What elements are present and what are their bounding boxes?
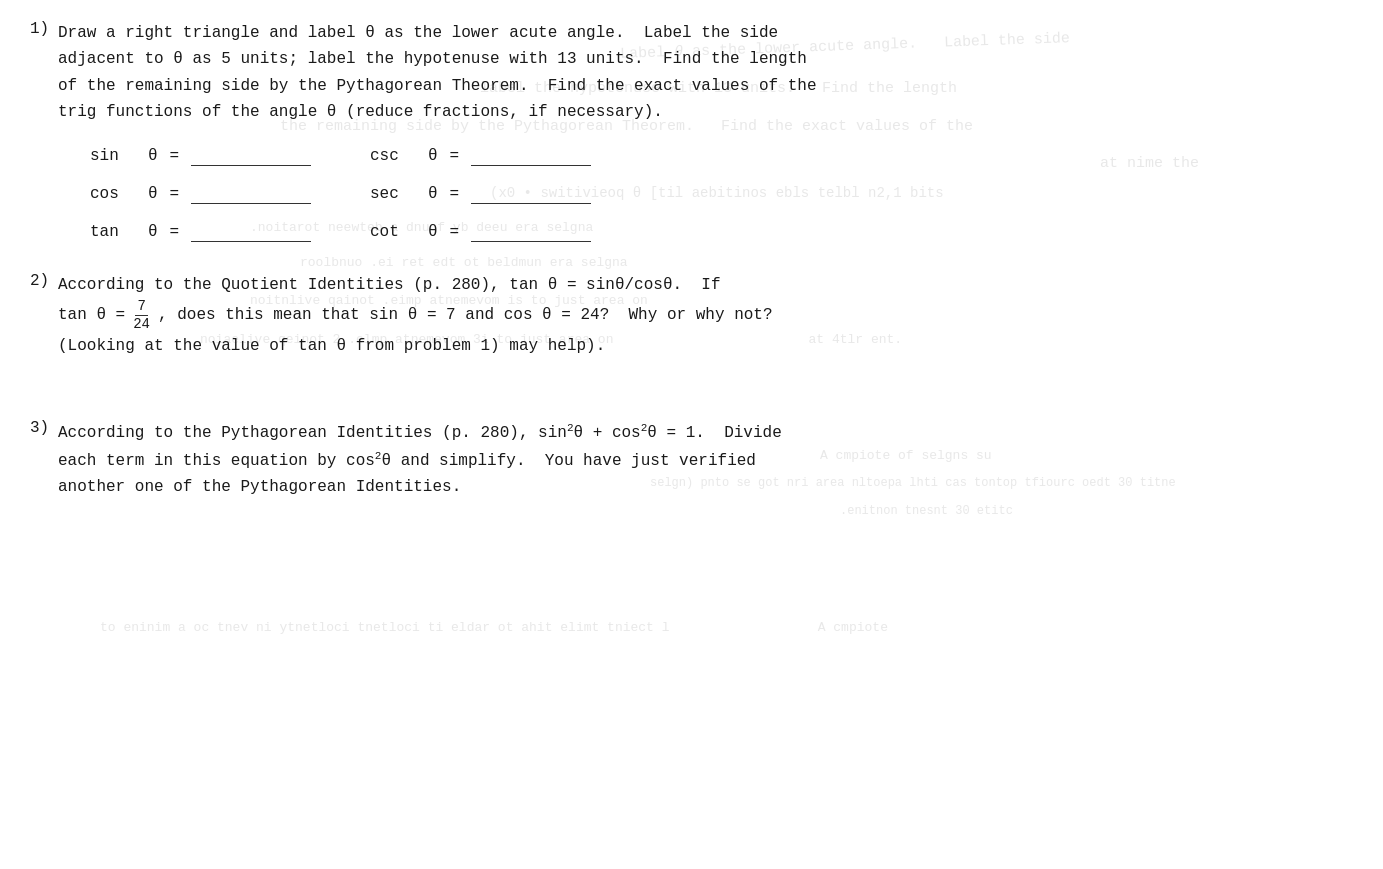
problem-2-number: 2) [30, 272, 58, 290]
csc-theta: θ [428, 147, 438, 165]
cos-row: cos θ = [90, 184, 370, 204]
problem-2-header: 2) According to the Quotient Identities … [30, 272, 1353, 359]
problem-1-number: 1) [30, 20, 58, 38]
problem-3-line-3: another one of the Pythagorean Identitie… [58, 474, 1353, 500]
tan-label: tan [90, 223, 142, 241]
problem-1-text: Draw a right triangle and label θ as the… [58, 20, 1353, 126]
p2-tan-theta: tan θ = [58, 302, 125, 328]
problem-1-header: 1) Draw a right triangle and label θ as … [30, 20, 1353, 126]
p2-question: , does this mean that sin θ = 7 and cos … [158, 302, 773, 328]
problem-1-line-1: Draw a right triangle and label θ as the… [58, 20, 1353, 46]
sec-theta: θ [428, 185, 438, 203]
csc-answer-line [471, 146, 591, 166]
csc-row: csc θ = [370, 146, 650, 166]
sin-answer-line [191, 146, 311, 166]
cot-equals: = [450, 223, 460, 241]
sin-row: sin θ = [90, 146, 370, 166]
problem-2-line-1: According to the Quotient Identities (p.… [58, 272, 1353, 298]
fraction-numerator: 7 [135, 298, 147, 316]
sin-equals: = [170, 147, 180, 165]
csc-equals: = [450, 147, 460, 165]
csc-label: csc [370, 147, 422, 165]
problem-2-line-2: tan θ = 7 24 , does this mean that sin θ… [58, 298, 1353, 333]
sec-row: sec θ = [370, 184, 650, 204]
fraction-denominator: 24 [131, 316, 152, 333]
problem-1-line-4: trig functions of the angle θ (reduce fr… [58, 99, 1353, 125]
sec-answer-line [471, 184, 591, 204]
cos-theta: θ [148, 185, 158, 203]
tan-equals: = [170, 223, 180, 241]
tan-theta: θ [148, 223, 158, 241]
problem-3: 3) According to the Pythagorean Identiti… [30, 419, 1353, 501]
cot-row: cot θ = [370, 222, 650, 242]
sec-equals: = [450, 185, 460, 203]
sin-label: sin [90, 147, 142, 165]
cot-theta: θ [428, 223, 438, 241]
problem-2-line-3: (Looking at the value of tan θ from prob… [58, 333, 1353, 359]
cos-label: cos [90, 185, 142, 203]
trig-functions-table: sin θ = csc θ = cos θ = sec θ = [90, 146, 1353, 242]
problem-3-header: 3) According to the Pythagorean Identiti… [30, 419, 1353, 501]
main-content: 1) Draw a right triangle and label θ as … [30, 20, 1353, 501]
cot-label: cot [370, 223, 422, 241]
problem-1-line-3: of the remaining side by the Pythagorean… [58, 73, 1353, 99]
cot-answer-line [471, 222, 591, 242]
fraction-7-24: 7 24 [131, 298, 152, 333]
sec-label: sec [370, 185, 422, 203]
tan-answer-line [191, 222, 311, 242]
problem-2: 2) According to the Quotient Identities … [30, 272, 1353, 359]
problem-3-line-1: According to the Pythagorean Identities … [58, 419, 1353, 447]
problem-3-line-2: each term in this equation by cos2θ and … [58, 447, 1353, 475]
sin-theta: θ [148, 147, 158, 165]
problem-2-text: According to the Quotient Identities (p.… [58, 272, 1353, 359]
cos-answer-line [191, 184, 311, 204]
cos-equals: = [170, 185, 180, 203]
problem-1-line-2: adjacent to θ as 5 units; label the hypo… [58, 46, 1353, 72]
problem-1: 1) Draw a right triangle and label θ as … [30, 20, 1353, 242]
tan-row: tan θ = [90, 222, 370, 242]
problem-3-number: 3) [30, 419, 58, 437]
problem-3-text: According to the Pythagorean Identities … [58, 419, 1353, 501]
